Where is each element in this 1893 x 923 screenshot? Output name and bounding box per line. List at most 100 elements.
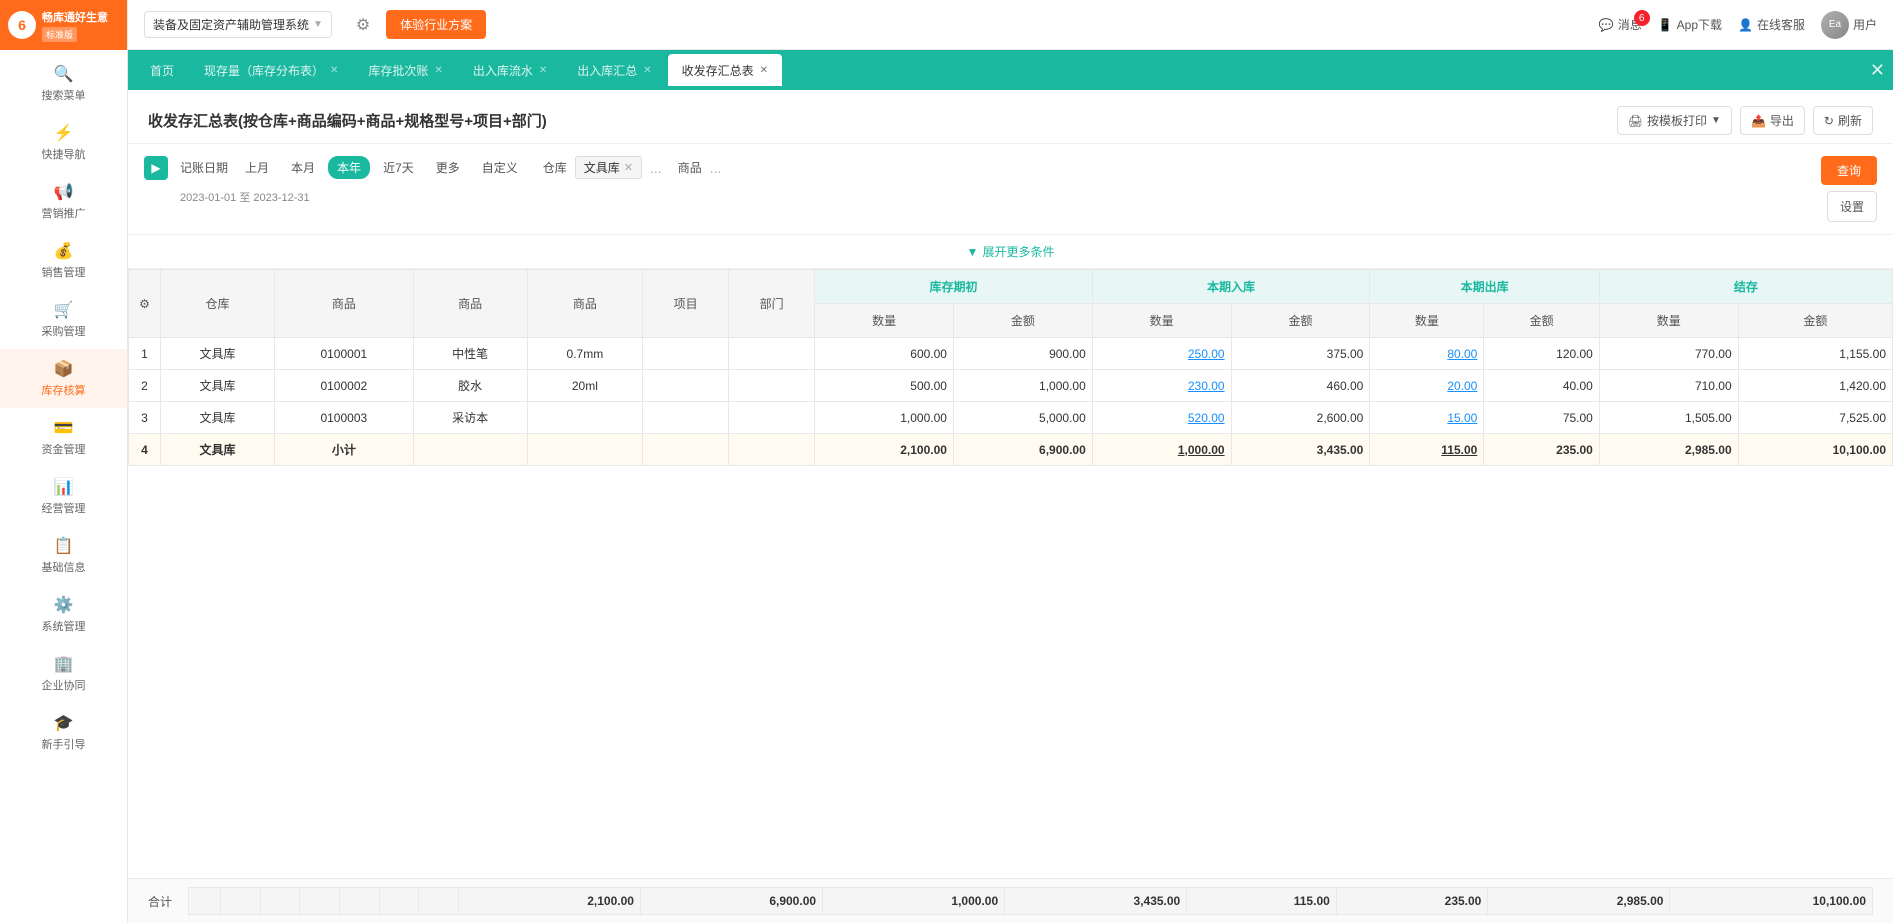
sidebar-item-sales[interactable]: 💰 销售管理 [0, 231, 127, 290]
th-warehouse: 仓库 [161, 270, 275, 338]
tab-recv-send-close[interactable]: ✕ [760, 65, 768, 76]
th-closing-amt: 金额 [1738, 304, 1892, 338]
print-btn[interactable]: 🖨 按模板打印 ▼ [1617, 106, 1732, 135]
app-download-item[interactable]: 📱 App下载 [1658, 16, 1722, 33]
online-service-item[interactable]: 👤 在线客服 [1738, 16, 1805, 33]
system-name-select[interactable]: 装备及固定资产辅助管理系统 ▼ [144, 11, 332, 38]
sidebar-item-search[interactable]: 🔍 搜索菜单 [0, 54, 127, 113]
row1-in-qty[interactable]: 250.00 [1092, 338, 1231, 370]
base-info-icon: 📋 [54, 536, 74, 556]
tab-batch[interactable]: 库存批次账 ✕ [354, 54, 456, 86]
avatar: Ea [1821, 11, 1849, 39]
subtotal-in-qty[interactable]: 1,000.00 [1092, 434, 1231, 466]
setting-btn[interactable]: 设置 [1827, 191, 1877, 222]
th-in-qty: 数量 [1092, 304, 1231, 338]
sidebar-item-operations[interactable]: 📊 经营管理 [0, 467, 127, 526]
goods-more-btn[interactable]: ... [710, 160, 722, 176]
export-btn[interactable]: 📤 导出 [1740, 106, 1805, 135]
sidebar-item-newbie[interactable]: 🎓 新手引导 [0, 703, 127, 762]
messages-item[interactable]: 💬 消息 6 [1599, 16, 1642, 33]
row3-in-qty[interactable]: 520.00 [1092, 402, 1231, 434]
date-btn-prev-month[interactable]: 上月 [236, 156, 278, 179]
th-opening-amt: 金额 [953, 304, 1092, 338]
date-btn-this-month[interactable]: 本月 [282, 156, 324, 179]
subtotal-out-amt: 235.00 [1484, 434, 1600, 466]
sidebar-item-finance[interactable]: 💳 资金管理 [0, 408, 127, 467]
filter-right-actions: 查询 设置 [1809, 156, 1877, 222]
subtotal-row: 4 文具库 小计 2,100.00 6,900.00 1,000.00 3,43… [129, 434, 1893, 466]
table-row: 2 文具库 0100002 胶水 20ml 500.00 1,000.00 23… [129, 370, 1893, 402]
system-icon: ⚙️ [54, 595, 74, 615]
row1-no: 1 [129, 338, 161, 370]
row2-in-qty[interactable]: 230.00 [1092, 370, 1231, 402]
online-service-label: 在线客服 [1757, 16, 1805, 33]
tab-inventory-dist[interactable]: 现存量（库存分布表） ✕ [190, 54, 352, 86]
row3-out-qty[interactable]: 15.00 [1370, 402, 1484, 434]
filter-row-1: 记账日期 上月 本月 本年 近7天 更多 自定义 仓库 [180, 156, 1797, 179]
subtotal-out-qty[interactable]: 115.00 [1370, 434, 1484, 466]
sidebar: 6 畅库通好生意 标准版 🔍 搜索菜单 ⚡ 快捷导航 📢 营销推广 💰 销售管理… [0, 0, 128, 923]
row3-no: 3 [129, 402, 161, 434]
warehouse-more-btn[interactable]: ... [650, 160, 662, 176]
row1-in-amt: 375.00 [1231, 338, 1370, 370]
warehouse-tag-text: 文具库 [584, 159, 620, 176]
refresh-btn[interactable]: ↻ 刷新 [1813, 106, 1873, 135]
quick-nav-icon: ⚡ [54, 123, 74, 143]
row3-goods-code: 0100003 [274, 402, 413, 434]
expand-btn[interactable]: ▼ 展开更多条件 [967, 243, 1055, 260]
th-settings[interactable]: ⚙ [129, 270, 161, 338]
sidebar-header: 6 畅库通好生意 标准版 [0, 0, 127, 50]
sidebar-item-enterprise[interactable]: 🏢 企业协同 [0, 644, 127, 703]
close-all-tabs[interactable]: ✕ [1870, 60, 1885, 81]
tab-inout-flow[interactable]: 出入库流水 ✕ [459, 54, 561, 86]
user-item[interactable]: Ea 用户 [1821, 11, 1877, 39]
user-label: 用户 [1853, 16, 1877, 33]
row1-project [643, 338, 729, 370]
row2-out-qty[interactable]: 20.00 [1370, 370, 1484, 402]
tab-recv-send[interactable]: 收发存汇总表 ✕ [668, 54, 782, 86]
row3-goods-spec [527, 402, 642, 434]
trial-btn[interactable]: 体验行业方案 [386, 10, 486, 39]
sidebar-nav: 🔍 搜索菜单 ⚡ 快捷导航 📢 营销推广 💰 销售管理 🛒 采购管理 📦 库存核… [0, 50, 127, 923]
date-btn-this-year[interactable]: 本年 [328, 156, 370, 179]
service-icon: 👤 [1738, 18, 1753, 32]
tab-batch-label: 库存批次账 [368, 62, 428, 79]
filter-toggle-btn[interactable]: ▶ [144, 156, 168, 180]
sidebar-item-quick-nav[interactable]: ⚡ 快捷导航 [0, 113, 127, 172]
row2-goods-name: 胶水 [413, 370, 527, 402]
total-in-amt: 3,435.00 [1005, 888, 1187, 915]
tab-inout-flow-close[interactable]: ✕ [539, 65, 547, 76]
date-filter-label: 记账日期 [180, 159, 228, 176]
subtotal-in-amt: 3,435.00 [1231, 434, 1370, 466]
app-logo: 6 [8, 11, 36, 39]
th-dept: 部门 [729, 270, 815, 338]
filter-main: 记账日期 上月 本月 本年 近7天 更多 自定义 仓库 [180, 156, 1797, 205]
row1-out-amt: 120.00 [1484, 338, 1600, 370]
sidebar-item-system[interactable]: ⚙️ 系统管理 [0, 585, 127, 644]
tab-inout-summary[interactable]: 出入库汇总 ✕ [563, 54, 665, 86]
settings-icon-wrapper[interactable]: ⚙ [356, 15, 370, 35]
sidebar-item-purchase[interactable]: 🛒 采购管理 [0, 290, 127, 349]
tab-inventory-dist-close[interactable]: ✕ [330, 65, 338, 76]
date-btn-custom[interactable]: 自定义 [473, 156, 527, 179]
sidebar-item-inventory[interactable]: 📦 库存核算 [0, 349, 127, 408]
date-btn-last7[interactable]: 近7天 [374, 156, 423, 179]
tab-home[interactable]: 首页 [136, 54, 188, 86]
th-goods-code: 商品 [274, 270, 413, 338]
system-name-label: 装备及固定资产辅助管理系统 [153, 16, 309, 33]
tab-inout-flow-label: 出入库流水 [473, 62, 533, 79]
data-table: ⚙ 仓库 商品 商品 商品 项目 部门 库存期初 本期入库 本期出库 结存 [128, 269, 1893, 466]
date-btn-more[interactable]: 更多 [427, 156, 469, 179]
chevron-down-icon: ▼ [313, 19, 323, 30]
row1-out-qty[interactable]: 80.00 [1370, 338, 1484, 370]
tab-home-label: 首页 [150, 62, 174, 79]
total-out-qty: 115.00 [1187, 888, 1337, 915]
row3-opening-amt: 5,000.00 [953, 402, 1092, 434]
sidebar-item-base-info[interactable]: 📋 基础信息 [0, 526, 127, 585]
warehouse-tag-close[interactable]: ✕ [624, 161, 633, 174]
tab-batch-close[interactable]: ✕ [434, 65, 442, 76]
sidebar-item-marketing[interactable]: 📢 营销推广 [0, 172, 127, 231]
query-btn[interactable]: 查询 [1821, 156, 1877, 185]
tab-inout-summary-close[interactable]: ✕ [643, 65, 651, 76]
filter-expand-row: ▼ 展开更多条件 [128, 235, 1893, 269]
